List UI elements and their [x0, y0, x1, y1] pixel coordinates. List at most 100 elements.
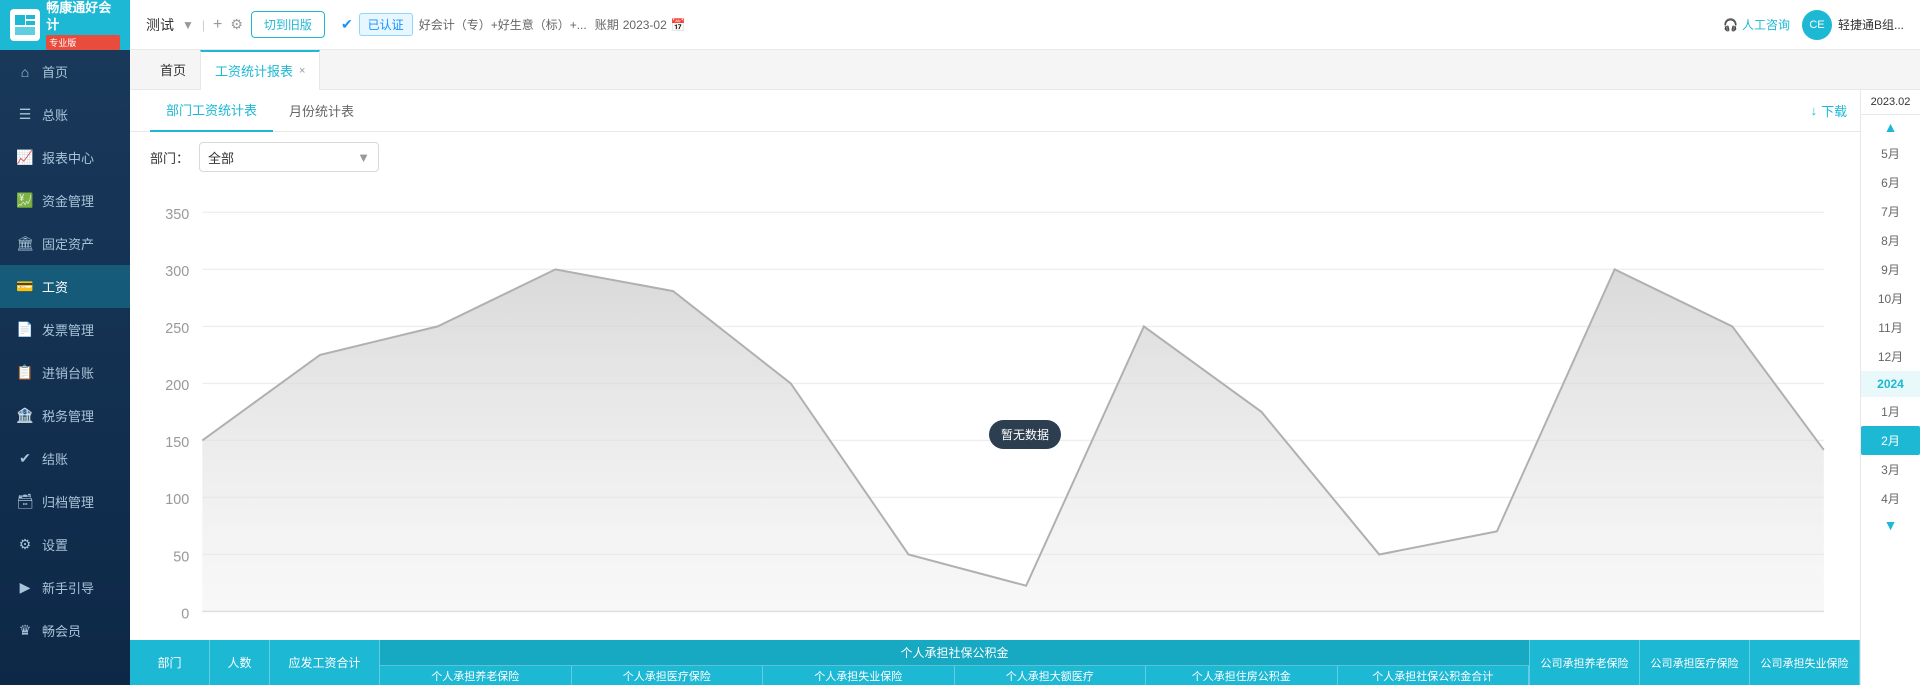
sidebar-label-ledger: 总账 — [42, 105, 68, 124]
tab-close-icon[interactable]: × — [299, 65, 305, 77]
plus-icon[interactable]: + — [213, 16, 222, 34]
logo: 畅康通好会计 专业版 — [0, 0, 130, 50]
sidebar-item-guide[interactable]: ▶ 新手引导 — [0, 566, 130, 609]
logo-icon — [10, 9, 40, 41]
topbar-divider: | — [202, 18, 205, 32]
sidebar-item-member[interactable]: ♛ 畅会员 — [0, 609, 130, 652]
company-title: 测试 — [146, 15, 174, 35]
th-department: 部门 — [130, 640, 210, 685]
chart-area: 350 300 250 200 150 100 50 0 — [130, 182, 1920, 640]
date-month-9[interactable]: 9月 — [1861, 255, 1920, 284]
gear-icon[interactable]: ⚙ — [230, 16, 243, 33]
svg-text:100: 100 — [165, 492, 189, 508]
purchase-icon: 📋 — [16, 364, 34, 381]
sidebar-item-ledger[interactable]: ☰ 总账 — [0, 93, 130, 136]
sidebar-item-salary[interactable]: 💳 工资 — [0, 265, 130, 308]
checkout-icon: ✔ — [16, 450, 34, 467]
reports-icon: 📈 — [16, 149, 34, 166]
calendar-icon[interactable]: 📅 — [671, 18, 686, 32]
svg-text:50: 50 — [173, 549, 189, 565]
chart-tooltip: 暂无数据 — [989, 420, 1061, 449]
sub-tab-department[interactable]: 部门工资统计表 — [150, 90, 273, 132]
assets-icon: 🏛 — [16, 235, 34, 252]
sidebar: 畅康通好会计 专业版 ⌂ 首页 ☰ 总账 📈 报表中心 💹 资金管理 🏛 固定资… — [0, 0, 130, 685]
date-month-12[interactable]: 12月 — [1861, 342, 1920, 371]
date-month-4[interactable]: 4月 — [1861, 484, 1920, 513]
th-headcount: 人数 — [210, 640, 270, 685]
sidebar-item-assets[interactable]: 🏛 固定资产 — [0, 222, 130, 265]
avatar-initials: CE — [1809, 19, 1824, 31]
member-icon: ♛ — [16, 622, 34, 639]
archive-icon: 🗃 — [16, 493, 34, 510]
date-down-arrow[interactable]: ▼ — [1880, 513, 1902, 537]
date-month-2-active[interactable]: 2月 — [1861, 426, 1920, 455]
sidebar-label-settings: 设置 — [42, 535, 68, 554]
svg-text:200: 200 — [165, 378, 189, 394]
th-company-pension: 公司承担养老保险 — [1530, 640, 1640, 685]
tab-bar: 首页 工资统计报表 × — [130, 50, 1920, 90]
service-button[interactable]: 🎧 人工咨询 — [1723, 16, 1790, 33]
svg-text:350: 350 — [165, 207, 189, 223]
th-company-unemployment: 公司承担失业保险 — [1750, 640, 1860, 685]
sidebar-item-tax[interactable]: 🏦 税务管理 — [0, 394, 130, 437]
settings-icon: ⚙ — [16, 536, 34, 553]
svg-text:250: 250 — [165, 321, 189, 337]
sidebar-label-checkout: 结账 — [42, 449, 68, 468]
select-value: 全部 — [208, 148, 234, 167]
tab-home[interactable]: 首页 — [146, 50, 200, 90]
download-icon: ↓ — [1811, 103, 1818, 118]
date-month-6[interactable]: 6月 — [1861, 168, 1920, 197]
sidebar-item-reports[interactable]: 📈 报表中心 — [0, 136, 130, 179]
th-group-personal: 个人承担社保公积金 个人承担养老保险 个人承担医疗保险 个人承担失业保险 个人承… — [380, 640, 1530, 685]
period-value: 2023-02 — [623, 18, 667, 32]
download-label: 下载 — [1821, 101, 1847, 120]
sidebar-item-invoice[interactable]: 📄 发票管理 — [0, 308, 130, 351]
sidebar-label-member: 畅会员 — [42, 621, 81, 640]
logo-badge: 专业版 — [46, 35, 120, 50]
sidebar-item-checkout[interactable]: ✔ 结账 — [0, 437, 130, 480]
home-icon: ⌂ — [16, 64, 34, 80]
download-button[interactable]: ↓ 下载 — [1811, 101, 1848, 120]
sidebar-label-invoice: 发票管理 — [42, 320, 94, 339]
th-group-personal-cols: 个人承担养老保险 个人承担医疗保险 个人承担失业保险 个人承担大额医疗 个人承担… — [380, 666, 1529, 685]
service-label: 人工咨询 — [1742, 16, 1790, 33]
sidebar-item-funds[interactable]: 💹 资金管理 — [0, 179, 130, 222]
sidebar-item-home[interactable]: ⌂ 首页 — [0, 50, 130, 93]
sidebar-label-tax: 税务管理 — [42, 406, 94, 425]
user-profile[interactable]: CE 轻捷通B组... — [1802, 10, 1904, 40]
sub-tabs: 部门工资统计表 月份统计表 ↓ 下载 ↻ 刷新 — [130, 90, 1920, 132]
sidebar-nav: ⌂ 首页 ☰ 总账 📈 报表中心 💹 资金管理 🏛 固定资产 💳 工资 📄 发票… — [0, 50, 130, 685]
date-month-11[interactable]: 11月 — [1861, 313, 1920, 342]
date-month-7[interactable]: 7月 — [1861, 197, 1920, 226]
date-month-3[interactable]: 3月 — [1861, 455, 1920, 484]
salary-icon: 💳 — [16, 278, 34, 295]
switch-version-button[interactable]: 切到旧版 — [251, 11, 325, 38]
period-info: 账期 2023-02 📅 — [595, 16, 686, 33]
th-personal-housing-fund: 个人承担住房公积金 — [1146, 666, 1338, 685]
date-panel: 2023.02 ▲ 5月 6月 7月 8月 9月 10月 11月 12月 202… — [1860, 90, 1920, 685]
sidebar-label-funds: 资金管理 — [42, 191, 94, 210]
date-month-8[interactable]: 8月 — [1861, 226, 1920, 255]
sidebar-item-settings[interactable]: ⚙ 设置 — [0, 523, 130, 566]
certified-icon: ✔ — [341, 16, 353, 33]
dropdown-arrow-icon[interactable]: ▼ — [182, 18, 194, 32]
sub-tab-department-label: 部门工资统计表 — [166, 100, 257, 119]
sidebar-item-archive[interactable]: 🗃 归档管理 — [0, 480, 130, 523]
th-group-personal-title: 个人承担社保公积金 — [380, 640, 1529, 666]
date-month-1[interactable]: 1月 — [1861, 397, 1920, 426]
department-select[interactable]: 全部 ▼ — [199, 142, 379, 172]
date-up-arrow[interactable]: ▲ — [1880, 115, 1902, 139]
sub-tab-monthly-label: 月份统计表 — [289, 101, 354, 120]
sidebar-label-home: 首页 — [42, 62, 68, 81]
sub-tab-monthly[interactable]: 月份统计表 — [273, 90, 370, 132]
date-month-5[interactable]: 5月 — [1861, 139, 1920, 168]
date-panel-header: 2023.02 — [1861, 90, 1920, 115]
date-month-10[interactable]: 10月 — [1861, 284, 1920, 313]
sidebar-item-purchase[interactable]: 📋 进销台账 — [0, 351, 130, 394]
topbar-right: 🎧 人工咨询 CE 轻捷通B组... — [1723, 10, 1904, 40]
tab-salary-report[interactable]: 工资统计报表 × — [200, 50, 320, 90]
th-personal-medical: 个人承担医疗保险 — [572, 666, 764, 685]
avatar: CE — [1802, 10, 1832, 40]
th-personal-pension: 个人承担养老保险 — [380, 666, 572, 685]
department-filter-label: 部门： — [150, 148, 189, 167]
